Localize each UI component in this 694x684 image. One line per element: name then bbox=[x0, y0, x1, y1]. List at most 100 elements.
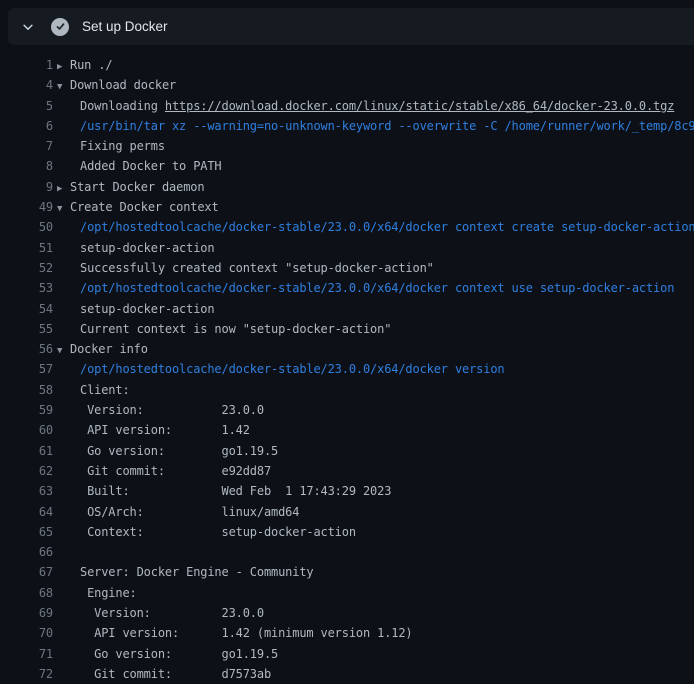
group-title: Create Docker context bbox=[70, 200, 219, 214]
log-line[interactable]: 49▼Create Docker context bbox=[8, 197, 694, 217]
log-line[interactable]: 58Client: bbox=[8, 380, 694, 400]
log-text: Version: 23.0.0 bbox=[80, 403, 264, 417]
log-line[interactable]: 1▶Run ./ bbox=[8, 55, 694, 75]
line-content: ▶Run ./ bbox=[53, 55, 112, 75]
triangle-collapsed-icon[interactable]: ▶ bbox=[57, 179, 70, 199]
log-link[interactable]: https://download.docker.com/linux/static… bbox=[165, 99, 674, 113]
log-line[interactable]: 55Current context is now "setup-docker-a… bbox=[8, 319, 694, 339]
log-text: API version: 1.42 bbox=[80, 423, 250, 437]
line-content: Successfully created context "setup-dock… bbox=[53, 258, 434, 278]
group-title: Docker info bbox=[70, 342, 148, 356]
line-content: Current context is now "setup-docker-act… bbox=[53, 319, 391, 339]
line-number[interactable]: 4 bbox=[8, 75, 53, 95]
log-line[interactable]: 72 Git commit: d7573ab bbox=[8, 664, 694, 684]
log-line[interactable]: 6/usr/bin/tar xz --warning=no-unknown-ke… bbox=[8, 116, 694, 136]
line-content: Context: setup-docker-action bbox=[53, 522, 356, 542]
line-number[interactable]: 60 bbox=[8, 420, 53, 440]
command-text: /opt/hostedtoolcache/docker-stable/23.0.… bbox=[80, 281, 674, 295]
log-line[interactable]: 51 setup-docker-action bbox=[8, 238, 694, 258]
log-line[interactable]: 69 Version: 23.0.0 bbox=[8, 603, 694, 623]
log-line[interactable]: 60 API version: 1.42 bbox=[8, 420, 694, 440]
line-number[interactable]: 51 bbox=[8, 238, 53, 258]
log-line[interactable]: 66 bbox=[8, 542, 694, 562]
line-content: ▶Start Docker daemon bbox=[53, 177, 204, 197]
line-number[interactable]: 65 bbox=[8, 522, 53, 542]
triangle-expanded-icon[interactable]: ▼ bbox=[57, 77, 70, 97]
log-line[interactable]: 53/opt/hostedtoolcache/docker-stable/23.… bbox=[8, 278, 694, 298]
line-number[interactable]: 49 bbox=[8, 197, 53, 217]
line-number[interactable]: 57 bbox=[8, 359, 53, 379]
triangle-expanded-icon[interactable]: ▼ bbox=[57, 341, 70, 361]
log-line[interactable]: 61 Go version: go1.19.5 bbox=[8, 441, 694, 461]
line-number[interactable]: 69 bbox=[8, 603, 53, 623]
line-number[interactable]: 68 bbox=[8, 583, 53, 603]
log-line[interactable]: 8Added Docker to PATH bbox=[8, 156, 694, 176]
log-line[interactable]: 50/opt/hostedtoolcache/docker-stable/23.… bbox=[8, 217, 694, 237]
command-text: /opt/hostedtoolcache/docker-stable/23.0.… bbox=[80, 362, 504, 376]
log-text: Git commit: d7573ab bbox=[80, 667, 271, 681]
line-number[interactable]: 8 bbox=[8, 156, 53, 176]
line-number[interactable]: 9 bbox=[8, 177, 53, 197]
line-number[interactable]: 7 bbox=[8, 136, 53, 156]
line-number[interactable]: 71 bbox=[8, 644, 53, 664]
log-line[interactable]: 62 Git commit: e92dd87 bbox=[8, 461, 694, 481]
log-text: Context: setup-docker-action bbox=[80, 525, 356, 539]
log-line[interactable]: 5 Downloading https://download.docker.com… bbox=[8, 96, 694, 116]
line-content: Version: 23.0.0 bbox=[53, 400, 264, 420]
line-number[interactable]: 66 bbox=[8, 542, 53, 562]
log-line[interactable]: 54setup-docker-action bbox=[8, 299, 694, 319]
page: Set up Docker 1▶Run ./4▼Download docker5… bbox=[0, 0, 694, 684]
check-circle-icon bbox=[51, 18, 69, 36]
line-number[interactable]: 53 bbox=[8, 278, 53, 298]
line-number[interactable]: 61 bbox=[8, 441, 53, 461]
line-number[interactable]: 64 bbox=[8, 502, 53, 522]
log-line[interactable]: 7Fixing perms bbox=[8, 136, 694, 156]
line-number[interactable]: 58 bbox=[8, 380, 53, 400]
log-line[interactable]: 63 Built: Wed Feb 1 17:43:29 2023 bbox=[8, 481, 694, 501]
log-line[interactable]: 64 OS/Arch: linux/amd64 bbox=[8, 502, 694, 522]
log-line[interactable]: 57/opt/hostedtoolcache/docker-stable/23.… bbox=[8, 359, 694, 379]
line-number[interactable]: 52 bbox=[8, 258, 53, 278]
log-line[interactable]: 4▼Download docker bbox=[8, 75, 694, 95]
chevron-down-icon[interactable] bbox=[20, 19, 36, 35]
log-line[interactable]: 59 Version: 23.0.0 bbox=[8, 400, 694, 420]
line-content: Fixing perms bbox=[53, 136, 165, 156]
line-content: setup-docker-action bbox=[53, 299, 214, 319]
log-text: OS/Arch: linux/amd64 bbox=[80, 505, 299, 519]
line-number[interactable]: 54 bbox=[8, 299, 53, 319]
log-text: setup-docker-action bbox=[80, 241, 214, 255]
log-line[interactable]: 67Server: Docker Engine - Community bbox=[8, 562, 694, 582]
line-number[interactable]: 55 bbox=[8, 319, 53, 339]
log-text: Version: 23.0.0 bbox=[80, 606, 264, 620]
line-content: /opt/hostedtoolcache/docker-stable/23.0.… bbox=[53, 278, 674, 298]
log-line[interactable]: 65 Context: setup-docker-action bbox=[8, 522, 694, 542]
line-number[interactable]: 70 bbox=[8, 623, 53, 643]
log-text: Built: Wed Feb 1 17:43:29 2023 bbox=[80, 484, 391, 498]
line-number[interactable]: 63 bbox=[8, 481, 53, 501]
line-content: Added Docker to PATH bbox=[53, 156, 222, 176]
line-number[interactable]: 67 bbox=[8, 562, 53, 582]
log-line[interactable]: 52Successfully created context "setup-do… bbox=[8, 258, 694, 278]
log-line[interactable]: 70 API version: 1.42 (minimum version 1.… bbox=[8, 623, 694, 643]
line-number[interactable]: 50 bbox=[8, 217, 53, 237]
line-content: /opt/hostedtoolcache/docker-stable/23.0.… bbox=[53, 359, 504, 379]
log-text: Downloading bbox=[80, 99, 165, 113]
line-number[interactable]: 56 bbox=[8, 339, 53, 359]
triangle-expanded-icon[interactable]: ▼ bbox=[57, 199, 70, 219]
line-number[interactable]: 5 bbox=[8, 96, 53, 116]
line-number[interactable]: 72 bbox=[8, 664, 53, 684]
log-line[interactable]: 9▶Start Docker daemon bbox=[8, 177, 694, 197]
log-text: Go version: go1.19.5 bbox=[80, 647, 278, 661]
log-line[interactable]: 71 Go version: go1.19.5 bbox=[8, 644, 694, 664]
log-line[interactable]: 68 Engine: bbox=[8, 583, 694, 603]
step-header[interactable]: Set up Docker bbox=[8, 8, 694, 45]
triangle-collapsed-icon[interactable]: ▶ bbox=[57, 57, 70, 77]
line-number[interactable]: 6 bbox=[8, 116, 53, 136]
log-text: API version: 1.42 (minimum version 1.12) bbox=[80, 626, 413, 640]
log-line[interactable]: 56▼Docker info bbox=[8, 339, 694, 359]
line-number[interactable]: 62 bbox=[8, 461, 53, 481]
line-number[interactable]: 1 bbox=[8, 55, 53, 75]
group-title: Run ./ bbox=[70, 58, 112, 72]
line-number[interactable]: 59 bbox=[8, 400, 53, 420]
line-content: Git commit: d7573ab bbox=[53, 664, 271, 684]
